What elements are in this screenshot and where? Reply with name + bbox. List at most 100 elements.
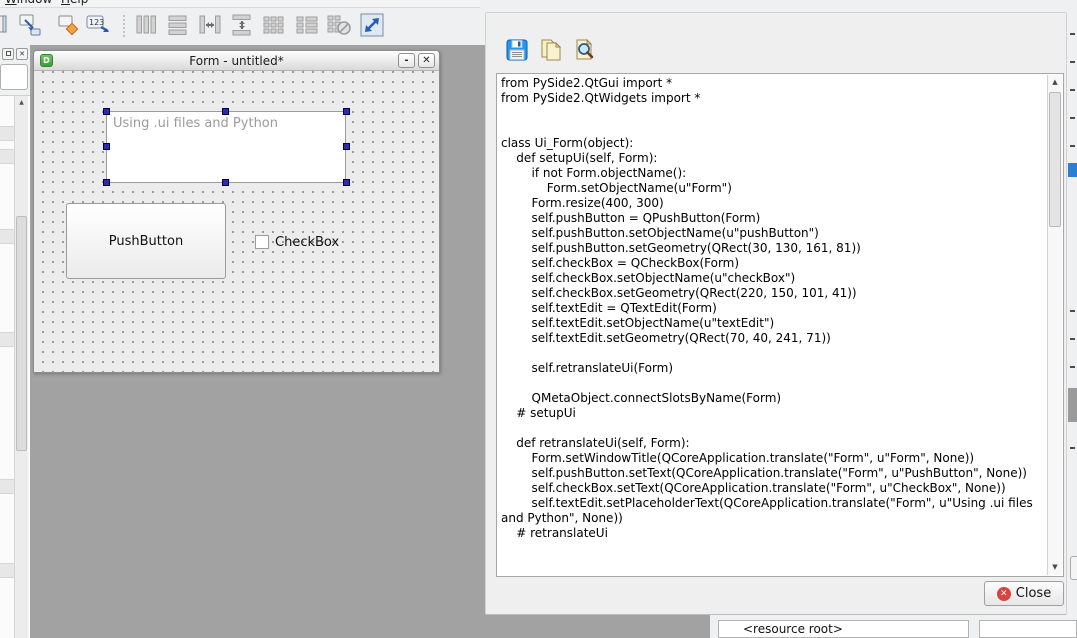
scrollbar-thumb[interactable] [1068,388,1077,422]
widget-box-scrollbar[interactable]: ▲ [14,96,28,638]
right-panel-edge [1068,12,1077,615]
layout-horizontal-icon[interactable] [132,10,160,40]
edit-signals-slots-icon[interactable] [16,10,44,40]
code-line: self.pushButton.setText(QCoreApplication… [501,466,1045,481]
pushbutton-label: PushButton [109,234,183,249]
code-line: Form.setWindowTitle(QCoreApplication.tra… [501,451,1045,466]
code-line [501,106,1045,121]
code-line [501,376,1045,391]
resource-detail-panel[interactable] [979,620,1077,638]
layout-form-icon[interactable] [293,10,321,40]
form-window-title: Form - untitled* [34,54,439,68]
code-line [501,121,1045,136]
form-editor-window: D Form - untitled* - ✕ Using .ui files a… [33,50,440,373]
selection-handle-s[interactable] [222,179,229,186]
find-in-document-icon [573,38,597,62]
code-line [501,346,1045,361]
textedit-widget[interactable]: Using .ui files and Python [106,111,346,183]
code-line: self.checkBox.setGeometry(QRect(220, 150… [501,286,1045,301]
code-line: and Python", None)) [501,511,1045,526]
code-line: Form.setObjectName(u"Form") [501,181,1045,196]
widget-box-panel: ✕ ▲ [0,45,30,638]
close-button[interactable]: ✕ Close [984,581,1064,606]
tree-branch-mark [1070,117,1075,119]
edit-widgets-icon[interactable] [0,10,14,40]
widget-filter-input[interactable] [0,64,28,90]
tree-branch-mark [1070,447,1075,449]
code-line: from PySide2.QtGui import * [501,76,1045,91]
code-line: class Ui_Form(object): [501,136,1045,151]
checkbox-indicator[interactable] [255,235,269,249]
layout-splitter-horizontal-icon[interactable] [196,10,224,40]
code-line: def retranslateUi(self, Form): [501,436,1045,451]
edit-buddies-icon[interactable] [54,10,82,40]
code-line [501,421,1045,436]
selection-handle-n[interactable] [222,108,229,115]
scroll-down-icon[interactable]: ▼ [1048,560,1062,575]
selection-handle-se[interactable] [343,179,350,186]
scroll-up-icon[interactable]: ▲ [1048,75,1062,90]
code-preview-dialog: from PySide2.QtGui import *from PySide2.… [485,12,1067,615]
code-line: self.textEdit.setPlaceholderText(QCoreAp… [501,496,1045,511]
widget-category-row[interactable] [0,229,14,244]
code-line: self.textEdit.setObjectName(u"textEdit") [501,316,1045,331]
form-canvas[interactable]: Using .ui files and Python PushButton Ch… [34,71,439,372]
scrollbar-thumb[interactable] [1049,92,1061,227]
adjust-size-icon[interactable] [358,10,386,40]
code-line: self.checkBox.setObjectName(u"checkBox") [501,271,1045,286]
widget-box-list[interactable]: ▲ [0,95,30,638]
break-layout-icon[interactable] [325,10,353,40]
selection-handle-sw[interactable] [103,179,110,186]
checkbox-label: CheckBox [275,235,339,250]
code-line: self.textEdit = QTextEdit(Form) [501,301,1045,316]
selection-handle-nw[interactable] [103,108,110,115]
form-toolbar: 123 [0,8,480,45]
selected-row-edge [1068,163,1077,177]
scroll-up-icon[interactable]: ▲ [15,96,28,110]
resource-browser-strip: <resource root> [710,615,1077,638]
code-line: self.checkBox = QCheckBox(Form) [501,256,1045,271]
code-line: self.pushButton.setGeometry(QRect(30, 13… [501,241,1045,256]
code-line: # setupUi [501,406,1045,421]
tree-branch-mark [1070,145,1075,147]
selection-handle-w[interactable] [103,143,110,150]
widget-category-row[interactable] [0,479,14,494]
find-button[interactable] [572,37,598,63]
designer-form-icon: D [40,54,53,67]
close-window-button[interactable]: ✕ [418,53,435,68]
tree-branch-mark [1070,310,1075,312]
layout-vertical-icon[interactable] [164,10,192,40]
selection-handle-e[interactable] [343,143,350,150]
widget-category-row[interactable] [0,563,14,578]
selection-handle-ne[interactable] [343,108,350,115]
tree-branch-mark [1070,366,1075,368]
save-icon [506,39,528,61]
minimize-button[interactable]: - [398,53,415,68]
pushbutton-widget[interactable]: PushButton [66,203,226,279]
layout-splitter-vertical-icon[interactable] [228,10,256,40]
edit-tab-order-icon[interactable]: 123 [84,10,112,40]
resource-root-item[interactable]: <resource root> [718,620,969,638]
menu-window[interactable]: Window [5,0,52,6]
code-line: if not Form.objectName(): [501,166,1045,181]
widget-category-row[interactable] [0,332,14,347]
code-line: self.checkBox.setText(QCoreApplication.t… [501,481,1045,496]
menu-help[interactable]: Help [61,0,88,6]
dock-close-button[interactable]: ✕ [16,48,28,60]
widget-category-row[interactable] [0,126,14,141]
scrollbar-thumb[interactable] [16,216,27,451]
code-line: from PySide2.QtWidgets import * [501,91,1045,106]
code-scrollbar[interactable]: ▲ ▼ [1047,75,1062,575]
panel-corner [1070,556,1077,580]
copy-button[interactable] [538,37,564,63]
checkbox-widget[interactable]: CheckBox [255,229,339,255]
dock-float-button[interactable] [2,48,14,60]
widget-category-row[interactable] [0,149,14,164]
layout-grid-icon[interactable] [260,10,288,40]
save-button[interactable] [504,37,530,63]
code-line: Form.resize(400, 300) [501,196,1045,211]
toolbar-separator [123,15,125,37]
close-button-label: Close [1016,586,1051,601]
form-window-titlebar[interactable]: D Form - untitled* - ✕ [34,51,439,71]
code-view[interactable]: from PySide2.QtGui import *from PySide2.… [496,73,1064,577]
